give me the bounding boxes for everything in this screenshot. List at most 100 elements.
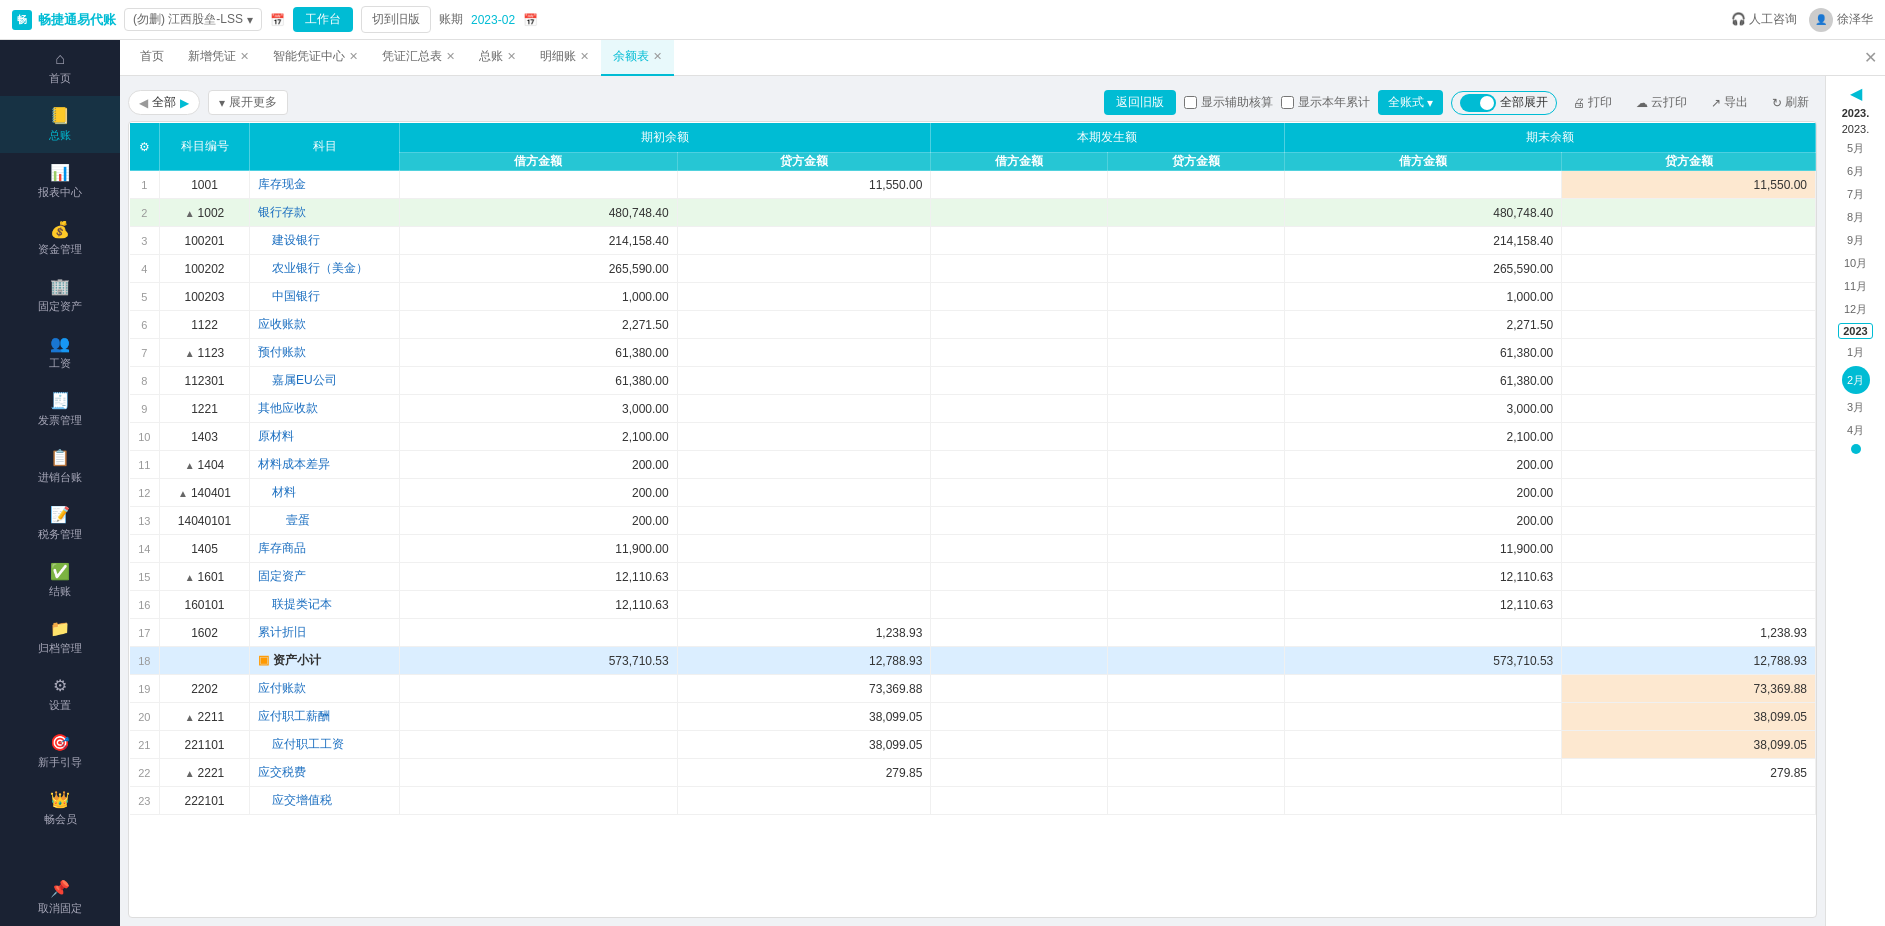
credit-start-cell: 38,099.05 [677, 703, 931, 731]
code-cell: 112301 [160, 367, 250, 395]
name-cell[interactable]: 建设银行 [250, 227, 400, 255]
tab-smart-voucher-close[interactable]: ✕ [349, 50, 358, 63]
tab-new-voucher-label: 新增凭证 [188, 48, 236, 65]
name-cell[interactable]: 应付账款 [250, 675, 400, 703]
credit-end-cell [1562, 367, 1816, 395]
name-cell[interactable]: 库存商品 [250, 535, 400, 563]
refresh-button[interactable]: ↻ 刷新 [1764, 91, 1817, 114]
tab-new-voucher-close[interactable]: ✕ [240, 50, 249, 63]
tab-detail-ledger-close[interactable]: ✕ [580, 50, 589, 63]
name-cell[interactable]: 预付账款 [250, 339, 400, 367]
credit-end-cell [1562, 591, 1816, 619]
row-num-cell: 8 [130, 367, 160, 395]
name-cell[interactable]: 农业银行（美金） [250, 255, 400, 283]
show-aux-checkbox[interactable] [1184, 96, 1197, 109]
sidebar-item-invoice[interactable]: 🧾 发票管理 [0, 381, 120, 438]
month-7[interactable]: 7月 [1830, 185, 1881, 204]
period-calendar-icon[interactable]: 📅 [523, 13, 538, 27]
name-cell[interactable]: 固定资产 [250, 563, 400, 591]
user-area[interactable]: 👤 徐泽华 [1809, 8, 1873, 32]
month-12[interactable]: 12月 [1830, 300, 1881, 319]
debit-start-cell: 1,000.00 [400, 283, 678, 311]
name-cell[interactable]: 银行存款 [250, 199, 400, 227]
month-6[interactable]: 6月 [1830, 162, 1881, 181]
expand-button[interactable]: ▾ 展开更多 [208, 90, 288, 115]
name-cell[interactable]: 嘉属EU公司 [250, 367, 400, 395]
name-cell[interactable]: 原材料 [250, 423, 400, 451]
name-cell[interactable]: 库存现金 [250, 171, 400, 199]
filter-button[interactable]: ◀ 全部 ▶ [128, 90, 200, 115]
credit-start-cell: 12,788.93 [677, 647, 931, 675]
return-old-version-button[interactable]: 返回旧版 [1104, 90, 1176, 115]
tab-new-voucher[interactable]: 新增凭证 ✕ [176, 40, 261, 76]
month-3[interactable]: 3月 [1830, 398, 1881, 417]
tab-home[interactable]: 首页 [128, 40, 176, 76]
name-cell[interactable]: 壹蛋 [250, 507, 400, 535]
name-cell[interactable]: 材料成本差异 [250, 451, 400, 479]
tab-voucher-summary[interactable]: 凭证汇总表 ✕ [370, 40, 467, 76]
consult-link[interactable]: 🎧 人工咨询 [1731, 11, 1797, 28]
cloud-print-button[interactable]: ☁ 云打印 [1628, 91, 1695, 114]
sidebar-item-home[interactable]: ⌂ 首页 [0, 40, 120, 96]
company-selector[interactable]: (勿删) 江西股垒-LSS ▾ [124, 8, 262, 31]
sidebar-item-fund[interactable]: 💰 资金管理 [0, 210, 120, 267]
old-version-button[interactable]: 切到旧版 [361, 6, 431, 33]
name-cell[interactable]: 材料 [250, 479, 400, 507]
sidebar-item-asset[interactable]: 🏢 固定资产 [0, 267, 120, 324]
month-4[interactable]: 4月 [1830, 421, 1881, 440]
debit-end-cell [1284, 759, 1562, 787]
expand-all-toggle[interactable]: 全部展开 [1451, 91, 1557, 115]
sidebar-item-settings[interactable]: ⚙ 设置 [0, 666, 120, 723]
month-8[interactable]: 8月 [1830, 208, 1881, 227]
show-year-checkbox[interactable] [1281, 96, 1294, 109]
sidebar-item-sales[interactable]: 📋 进销台账 [0, 438, 120, 495]
sidebar-label-sales: 进销台账 [38, 470, 82, 485]
month-10[interactable]: 10月 [1830, 254, 1881, 273]
sidebar-item-archive[interactable]: 📁 归档管理 [0, 609, 120, 666]
month-11[interactable]: 11月 [1830, 277, 1881, 296]
name-cell[interactable]: 联提类记本 [250, 591, 400, 619]
name-cell[interactable]: 累计折旧 [250, 619, 400, 647]
sidebar-item-report[interactable]: 📊 报表中心 [0, 153, 120, 210]
month-2-active[interactable]: 2月 [1842, 366, 1870, 394]
export-button[interactable]: ↗ 导出 [1703, 91, 1756, 114]
sidebar-item-salary[interactable]: 👥 工资 [0, 324, 120, 381]
tab-balance-close[interactable]: ✕ [653, 50, 662, 63]
month-9[interactable]: 9月 [1830, 231, 1881, 250]
tab-detail-ledger[interactable]: 明细账 ✕ [528, 40, 601, 76]
name-cell[interactable]: 应付职工薪酬 [250, 703, 400, 731]
tab-smart-voucher[interactable]: 智能凭证中心 ✕ [261, 40, 370, 76]
month-1[interactable]: 1月 [1830, 343, 1881, 362]
panel-dot[interactable] [1851, 444, 1861, 454]
name-cell[interactable]: ▣资产小计 [250, 647, 400, 675]
tab-voucher-summary-close[interactable]: ✕ [446, 50, 455, 63]
tab-balance[interactable]: 余额表 ✕ [601, 40, 674, 76]
name-cell[interactable]: 其他应收款 [250, 395, 400, 423]
tab-ledger[interactable]: 总账 ✕ [467, 40, 528, 76]
sidebar-item-member[interactable]: 👑 畅会员 [0, 780, 120, 837]
logo-icon: 畅 [12, 10, 32, 30]
name-cell[interactable]: 应付职工工资 [250, 731, 400, 759]
gear-icon[interactable]: ⚙ [139, 140, 150, 154]
sidebar-item-guide[interactable]: 🎯 新手引导 [0, 723, 120, 780]
sidebar-unpin[interactable]: 📌 取消固定 [0, 869, 120, 926]
tab-close-all[interactable]: ✕ [1864, 48, 1877, 67]
format-button[interactable]: 全账式 ▾ [1378, 90, 1443, 115]
sidebar-item-tax[interactable]: 📝 税务管理 [0, 495, 120, 552]
tab-ledger-close[interactable]: ✕ [507, 50, 516, 63]
app-title: 畅捷通易代账 [38, 11, 116, 29]
print-button[interactable]: 🖨 打印 [1565, 91, 1620, 114]
workbench-button[interactable]: 工作台 [293, 7, 353, 32]
name-cell[interactable]: 应交增值税 [250, 787, 400, 815]
panel-expand-icon[interactable]: ◀ [1850, 84, 1862, 103]
name-cell[interactable]: 应收账款 [250, 311, 400, 339]
sidebar-item-settle[interactable]: ✅ 结账 [0, 552, 120, 609]
name-cell[interactable]: 中国银行 [250, 283, 400, 311]
toggle-switch[interactable] [1460, 94, 1496, 112]
code-cell: ▲1404 [160, 451, 250, 479]
sidebar-item-ledger[interactable]: 📒 总账 [0, 96, 120, 153]
credit-start-cell [677, 787, 931, 815]
month-5[interactable]: 5月 [1830, 139, 1881, 158]
debit-curr-cell [931, 367, 1108, 395]
name-cell[interactable]: 应交税费 [250, 759, 400, 787]
